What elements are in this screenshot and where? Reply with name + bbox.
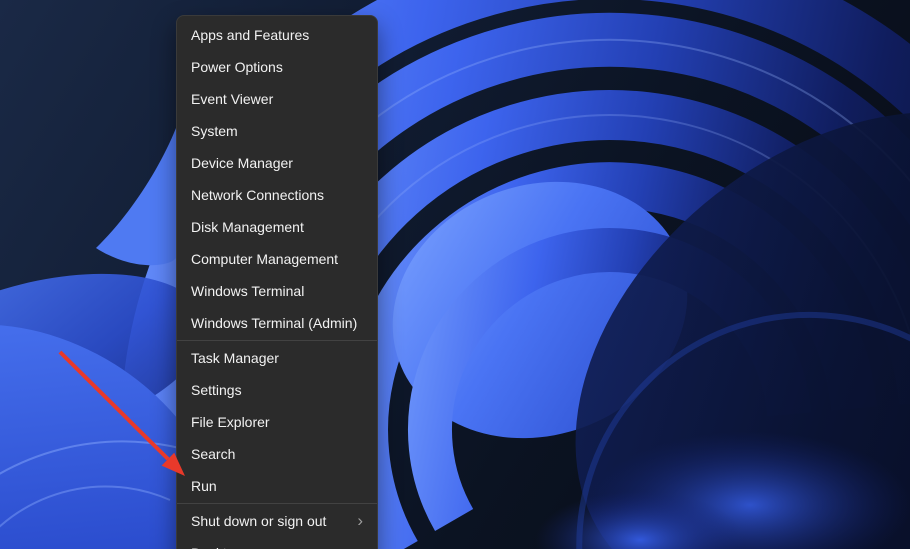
menu-item-power-options[interactable]: Power Options <box>177 51 377 83</box>
menu-item-label: Apps and Features <box>191 27 309 43</box>
menu-item-network-connections[interactable]: Network Connections <box>177 179 377 211</box>
menu-item-label: File Explorer <box>191 414 270 430</box>
menu-item-label: Power Options <box>191 59 283 75</box>
menu-item-label: Settings <box>191 382 242 398</box>
menu-item-label: Task Manager <box>191 350 279 366</box>
menu-item-label: Windows Terminal <box>191 283 304 299</box>
winx-context-menu: Apps and Features Power Options Event Vi… <box>176 15 378 549</box>
menu-item-computer-management[interactable]: Computer Management <box>177 243 377 275</box>
menu-item-label: Disk Management <box>191 219 304 235</box>
menu-item-label: Run <box>191 478 217 494</box>
chevron-right-icon: › <box>357 512 363 529</box>
menu-item-label: Event Viewer <box>191 91 273 107</box>
menu-separator <box>177 503 377 504</box>
menu-item-shut-down-or-sign-out[interactable]: Shut down or sign out › <box>177 505 377 537</box>
menu-item-apps-and-features[interactable]: Apps and Features <box>177 19 377 51</box>
menu-item-label: Windows Terminal (Admin) <box>191 315 357 331</box>
menu-item-label: Shut down or sign out <box>191 513 326 529</box>
menu-item-device-manager[interactable]: Device Manager <box>177 147 377 179</box>
menu-item-label: Computer Management <box>191 251 338 267</box>
menu-item-windows-terminal-admin[interactable]: Windows Terminal (Admin) <box>177 307 377 339</box>
menu-item-label: Network Connections <box>191 187 324 203</box>
menu-item-settings[interactable]: Settings <box>177 374 377 406</box>
menu-item-desktop[interactable]: Desktop <box>177 537 377 549</box>
menu-item-system[interactable]: System <box>177 115 377 147</box>
menu-separator <box>177 340 377 341</box>
menu-item-search[interactable]: Search <box>177 438 377 470</box>
menu-item-event-viewer[interactable]: Event Viewer <box>177 83 377 115</box>
menu-item-task-manager[interactable]: Task Manager <box>177 342 377 374</box>
menu-item-label: Desktop <box>191 545 242 549</box>
menu-item-label: Device Manager <box>191 155 293 171</box>
menu-item-run[interactable]: Run <box>177 470 377 502</box>
menu-item-label: System <box>191 123 238 139</box>
menu-item-label: Search <box>191 446 235 462</box>
menu-item-file-explorer[interactable]: File Explorer <box>177 406 377 438</box>
menu-item-disk-management[interactable]: Disk Management <box>177 211 377 243</box>
wallpaper[interactable] <box>0 0 910 549</box>
menu-item-windows-terminal[interactable]: Windows Terminal <box>177 275 377 307</box>
